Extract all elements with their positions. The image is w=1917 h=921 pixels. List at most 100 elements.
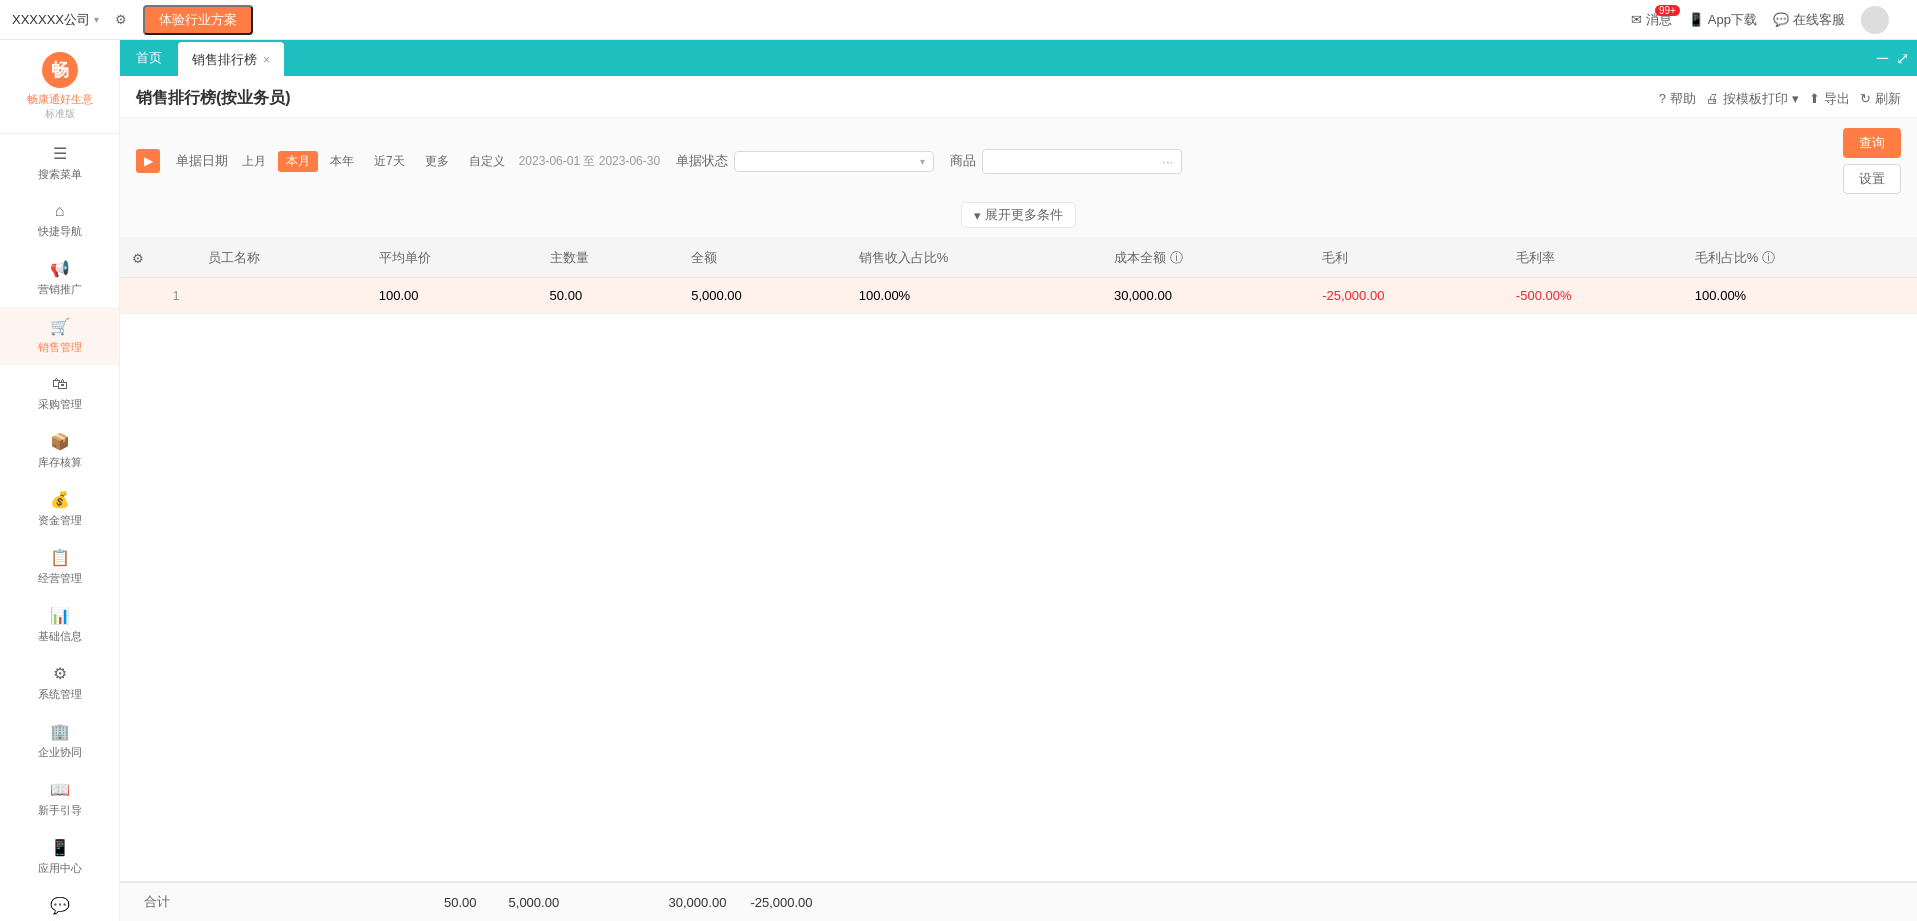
app-download-button[interactable]: 📱 App下载 (1688, 11, 1757, 29)
tab-maximize-icon[interactable]: ⤢ (1896, 49, 1909, 68)
export-button[interactable]: ⬆ 导出 (1809, 90, 1850, 108)
sidebar-item-wechat[interactable]: 💬 企业微信 (0, 886, 119, 921)
sidebar-item-marketing[interactable]: 📢 营销推广 (0, 249, 119, 307)
top-bar-right: ✉ 消息 99+ 📱 App下载 💬 在线客服 (1631, 6, 1905, 34)
td-avg-price: 100.00 (367, 278, 538, 314)
tab-home[interactable]: 首页 (120, 40, 178, 76)
tab-sales-rank[interactable]: 销售排行榜 × (178, 42, 284, 78)
search-order-icon: ☰ (53, 144, 67, 163)
refresh-label: 刷新 (1875, 90, 1901, 108)
footer-cost-amount: 30,000.00 (657, 895, 739, 910)
footer-profit: -25,000.00 (738, 895, 824, 910)
main-layout: 畅 畅康通好生意 标准版 ☰ 搜索菜单 ⌂ 快捷导航 📢 营销推广 🛒 销售管理… (0, 40, 1917, 921)
expand-filter-button[interactable]: ▾ 展开更多条件 (961, 202, 1076, 228)
th-amount: 全额 (679, 239, 847, 278)
sidebar-label-purchase: 采购管理 (38, 397, 82, 412)
tab-close-icon[interactable]: × (263, 53, 270, 67)
sidebar-item-guide[interactable]: 📖 新手引导 (0, 770, 119, 828)
sidebar-label-sales: 销售管理 (38, 340, 82, 355)
quick-nav-icon: ⌂ (55, 202, 65, 220)
avatar[interactable] (1861, 6, 1889, 34)
print-icon: 🖨 (1706, 91, 1719, 106)
sidebar: 畅 畅康通好生意 标准版 ☰ 搜索菜单 ⌂ 快捷导航 📢 营销推广 🛒 销售管理… (0, 40, 120, 921)
operations-icon: 📋 (50, 548, 70, 567)
th-profit: 毛利 (1310, 239, 1504, 278)
sidebar-item-search-order[interactable]: ☰ 搜索菜单 (0, 134, 119, 192)
page-title: 销售排行榜(按业务员) (136, 88, 291, 109)
sidebar-label-inventory: 库存核算 (38, 455, 82, 470)
company-selector[interactable]: XXXXXX公司 ▾ (12, 11, 99, 29)
export-icon: ⬆ (1809, 91, 1820, 106)
filter-collapse-btn[interactable]: ▶ (136, 149, 160, 173)
tab-minimize-icon[interactable]: ─ (1877, 49, 1888, 67)
refresh-icon: ↻ (1860, 91, 1871, 106)
help-icon: ? (1659, 91, 1666, 106)
sidebar-item-purchase[interactable]: 🛍 采购管理 (0, 365, 119, 422)
filter-goods: 商品 ··· (950, 149, 1182, 174)
print-button[interactable]: 🖨 按模板打印 ▾ (1706, 90, 1799, 108)
sidebar-item-inventory[interactable]: 📦 库存核算 (0, 422, 119, 480)
td-profit: -25,000.00 (1310, 278, 1504, 314)
status-label: 单据状态 (676, 152, 728, 170)
online-service-button[interactable]: 💬 在线客服 (1773, 11, 1845, 29)
th-profit-rate: 毛利率 (1504, 239, 1683, 278)
top-bar: XXXXXX公司 ▾ ⚙ 体验行业方案 ✉ 消息 99+ 📱 App下载 💬 在… (0, 0, 1917, 40)
help-button[interactable]: ? 帮助 (1659, 90, 1696, 108)
date-tab-this-month[interactable]: 本月 (278, 151, 318, 172)
date-tab-last-month[interactable]: 上月 (234, 151, 274, 172)
expand-label: 展开更多条件 (985, 206, 1063, 224)
date-tab-this-year[interactable]: 本年 (322, 151, 362, 172)
inventory-icon: 📦 (50, 432, 70, 451)
query-button[interactable]: 查询 (1843, 128, 1901, 158)
td-profit-rate: -500.00% (1504, 278, 1683, 314)
sidebar-item-finance[interactable]: 💰 资金管理 (0, 480, 119, 538)
refresh-button[interactable]: ↻ 刷新 (1860, 90, 1901, 108)
company-name: XXXXXX公司 (12, 11, 90, 29)
tab-label: 销售排行榜 (192, 51, 257, 69)
status-select[interactable]: ▾ (734, 151, 934, 172)
goods-input[interactable]: ··· (982, 149, 1182, 174)
sidebar-item-operations[interactable]: 📋 经营管理 (0, 538, 119, 596)
th-cost-amount: 成本全额 ⓘ (1102, 239, 1310, 278)
sidebar-item-quick-nav[interactable]: ⌂ 快捷导航 (0, 192, 119, 249)
date-tab-7days[interactable]: 近7天 (366, 151, 413, 172)
query-btn-area: 查询 设置 (1843, 128, 1901, 194)
td-rank: 1 (156, 278, 196, 314)
company-chevron-icon: ▾ (94, 14, 99, 25)
data-table: ⚙ 员工名称 平均单价 主数量 全额 销售收入占比% 成本全额 ⓘ 毛利 毛利率… (120, 239, 1917, 314)
print-chevron-icon: ▾ (1792, 91, 1799, 106)
settings-icon[interactable]: ⚙ (107, 6, 135, 34)
settings-button[interactable]: 设置 (1843, 164, 1901, 194)
logo-text: 畅康通好生意 (27, 92, 93, 107)
page-content: 销售排行榜(按业务员) ? 帮助 🖨 按模板打印 ▾ ⬆ 导出 (120, 76, 1917, 921)
sidebar-item-system[interactable]: ⚙ 系统管理 (0, 654, 119, 712)
content-area: 首页 销售排行榜 × ─ ⤢ 销售排行榜(按业务员) ? 帮助 (120, 40, 1917, 921)
finance-icon: 💰 (50, 490, 70, 509)
sidebar-item-sales[interactable]: 🛒 销售管理 (0, 307, 119, 365)
filter-area: ▶ 单据日期 上月 本月 本年 近7天 更多 自定义 2023-06-01 至 … (120, 118, 1917, 239)
date-range: 2023-06-01 至 2023-06-30 (519, 153, 660, 170)
td-settings (120, 278, 156, 314)
date-tab-custom[interactable]: 自定义 (461, 151, 513, 172)
enterprise-icon: 🏢 (50, 722, 70, 741)
sidebar-item-enterprise[interactable]: 🏢 企业协同 (0, 712, 119, 770)
filter-date: 单据日期 上月 本月 本年 近7天 更多 自定义 2023-06-01 至 20… (176, 151, 660, 172)
app-center-icon: 📱 (50, 838, 70, 857)
td-amount: 5,000.00 (679, 278, 847, 314)
footer-amount: 5,000.00 (497, 895, 577, 910)
table-row: 1 100.00 50.00 5,000.00 100.00% 30,000.0… (120, 278, 1917, 314)
message-badge: 99+ (1655, 5, 1680, 16)
filter-expand-row: ▾ 展开更多条件 (136, 202, 1901, 228)
service-icon: 💬 (1773, 12, 1789, 27)
sidebar-label-search-order: 搜索菜单 (38, 167, 82, 182)
footer-main-qty: 50.00 (432, 895, 489, 910)
date-tab-more[interactable]: 更多 (417, 151, 457, 172)
trial-button[interactable]: 体验行业方案 (143, 5, 253, 35)
goods-label: 商品 (950, 152, 976, 170)
sidebar-item-basic-info[interactable]: 📊 基础信息 (0, 596, 119, 654)
sidebar-item-app-center[interactable]: 📱 应用中心 (0, 828, 119, 886)
th-main-qty: 主数量 (538, 239, 680, 278)
date-label: 单据日期 (176, 152, 228, 170)
message-button[interactable]: ✉ 消息 99+ (1631, 11, 1672, 29)
th-settings[interactable]: ⚙ (120, 239, 156, 278)
